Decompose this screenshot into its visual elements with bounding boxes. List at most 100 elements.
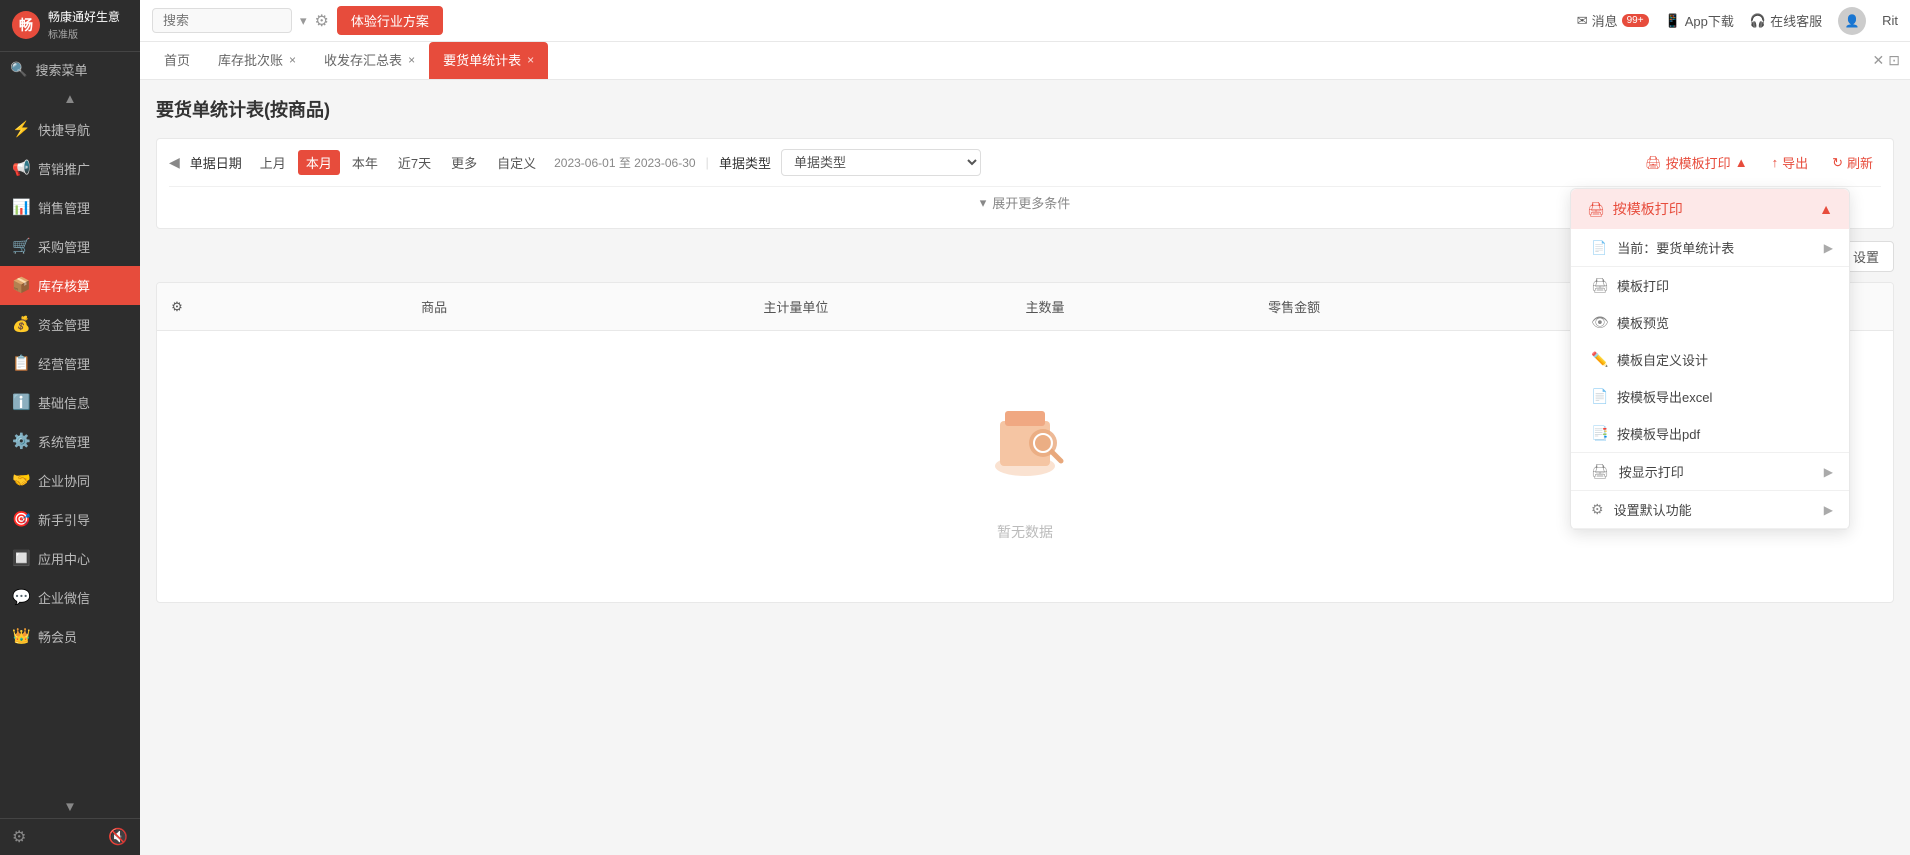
date-btn-custom[interactable]: 自定义 bbox=[489, 150, 544, 175]
expand-more-label: 展开更多条件 bbox=[992, 193, 1070, 212]
avatar[interactable]: 👤 bbox=[1838, 7, 1866, 35]
tab-label: 要货单统计表 bbox=[443, 50, 521, 69]
topbar-gear-icon[interactable]: ⚙ bbox=[315, 11, 329, 31]
scroll-up-button[interactable]: ▲ bbox=[0, 87, 140, 110]
group-arrow-icon: ▶ bbox=[1824, 465, 1833, 479]
tabs-end-controls: ✕ ⊡ bbox=[1873, 52, 1900, 69]
filter-toggle-btn[interactable]: ◀ bbox=[169, 154, 180, 171]
date-btn-prev[interactable]: 上月 bbox=[252, 150, 294, 175]
sidebar-item-finance[interactable]: 💰 资金管理 bbox=[0, 305, 140, 344]
sidebar-item-corpwechat[interactable]: 💬 企业微信 bbox=[0, 578, 140, 617]
pdf-icon: 📑 bbox=[1591, 425, 1607, 442]
sidebar-item-system[interactable]: ⚙️ 系统管理 bbox=[0, 422, 140, 461]
pd-item-template-design[interactable]: ✏️ 模板自定义设计 bbox=[1571, 341, 1849, 378]
pd-group-left: 🖨 按显示打印 bbox=[1591, 462, 1684, 481]
nav-label: 应用中心 bbox=[38, 549, 90, 568]
search-menu-item[interactable]: 🔍 搜索菜单 bbox=[0, 52, 140, 87]
purchase-icon: 🛒 bbox=[12, 237, 30, 255]
date-btn-7days[interactable]: 近7天 bbox=[390, 150, 439, 175]
sound-icon[interactable]: 🔇 bbox=[108, 827, 128, 847]
pd-header-arrow-icon: ▲ bbox=[1819, 201, 1833, 217]
export-btn-label: 导出 bbox=[1782, 153, 1808, 172]
date-btn-more[interactable]: 更多 bbox=[443, 150, 485, 175]
sidebar-item-cooperation[interactable]: 🤝 企业协同 bbox=[0, 461, 140, 500]
refresh-btn[interactable]: ↻ 刷新 bbox=[1824, 149, 1881, 176]
corpwechat-icon: 💬 bbox=[12, 588, 30, 606]
maximize-window-btn[interactable]: ⊡ bbox=[1888, 52, 1900, 69]
export-btn[interactable]: ↑ 导出 bbox=[1764, 149, 1817, 176]
online-service-group[interactable]: 🎧 在线客服 bbox=[1750, 11, 1822, 30]
sidebar-item-inventory[interactable]: 📦 库存核算 bbox=[0, 266, 140, 305]
sidebar-item-marketing[interactable]: 📢 营销推广 bbox=[0, 149, 140, 188]
tab-home-label: 首页 bbox=[164, 50, 190, 69]
nav-label: 营销推广 bbox=[38, 159, 90, 178]
date-btn-current[interactable]: 本月 bbox=[298, 150, 340, 175]
app-download-group[interactable]: 📱 App下载 bbox=[1665, 11, 1734, 30]
pd-group-default-func[interactable]: ⚙ 设置默认功能 ▶ bbox=[1571, 491, 1849, 528]
date-btn-year[interactable]: 本年 bbox=[344, 150, 386, 175]
topbar-search-input[interactable] bbox=[152, 8, 292, 33]
pd-item-template-preview[interactable]: 👁 模板预览 bbox=[1571, 304, 1849, 341]
sidebar-item-sales[interactable]: 📊 销售管理 bbox=[0, 188, 140, 227]
appcenter-icon: 🔲 bbox=[12, 549, 30, 567]
chevron-down-icon: ▾ bbox=[980, 195, 987, 211]
pd-section-default-func: ⚙ 设置默认功能 ▶ bbox=[1571, 491, 1849, 529]
pd-item-export-excel[interactable]: 📄 按模板导出excel bbox=[1571, 378, 1849, 415]
filter-row-main: ◀ 单据日期 上月 本月 本年 近7天 更多 自定义 2023-06-01 至 … bbox=[169, 149, 1881, 176]
messages-group[interactable]: ✉ 消息 99+ bbox=[1577, 11, 1649, 30]
service-icon: 🎧 bbox=[1750, 13, 1766, 29]
sidebar-logo: 畅 畅康通好生意 标准版 bbox=[0, 0, 140, 52]
close-tab-order[interactable]: × bbox=[527, 53, 534, 67]
tab-batch-account[interactable]: 库存批次账 × bbox=[204, 42, 310, 79]
tab-home[interactable]: 首页 bbox=[150, 42, 204, 79]
pd-section-items: 🖨 模板打印 👁 模板预览 ✏️ 模板自定义设计 📄 按模板导出excel 📑 bbox=[1571, 267, 1849, 453]
type-select[interactable]: 单据类型 bbox=[781, 149, 981, 176]
sidebar-item-newguide[interactable]: 🎯 新手引导 bbox=[0, 500, 140, 539]
printer-icon: 🖨 bbox=[1645, 155, 1662, 171]
sidebar-item-appcenter[interactable]: 🔲 应用中心 bbox=[0, 539, 140, 578]
empty-icon bbox=[975, 391, 1075, 510]
design-icon: ✏️ bbox=[1591, 351, 1607, 368]
close-tab-batch[interactable]: × bbox=[289, 53, 296, 67]
sidebar-item-basic[interactable]: ℹ️ 基础信息 bbox=[0, 383, 140, 422]
sidebar-item-member[interactable]: 👑 畅会员 bbox=[0, 617, 140, 656]
preview-icon: 👁 bbox=[1591, 314, 1607, 331]
close-window-btn[interactable]: ✕ bbox=[1873, 52, 1885, 69]
print-btn[interactable]: 🖨 按模板打印 ▲ bbox=[1637, 149, 1755, 176]
pd-item-label: 模板打印 bbox=[1617, 276, 1669, 295]
pd-item-export-pdf[interactable]: 📑 按模板导出pdf bbox=[1571, 415, 1849, 452]
type-filter-label: 单据类型 bbox=[719, 153, 771, 172]
logo-text-block: 畅康通好生意 标准版 bbox=[48, 10, 120, 41]
date-filter-label: 单据日期 bbox=[190, 153, 242, 172]
th-settings[interactable]: ⚙ bbox=[157, 293, 197, 321]
sidebar-nav: ⚡ 快捷导航 📢 营销推广 📊 销售管理 🛒 采购管理 📦 库存核算 💰 资金管… bbox=[0, 110, 140, 795]
search-icon: 🔍 bbox=[10, 61, 27, 78]
username: Rit bbox=[1882, 13, 1898, 28]
sidebar-item-operation[interactable]: 📋 经营管理 bbox=[0, 344, 140, 383]
tab-order-stats[interactable]: 要货单统计表 × bbox=[429, 42, 548, 79]
chevron-down-icon[interactable]: ▾ bbox=[300, 13, 307, 29]
pd-group-display-print[interactable]: 🖨 按显示打印 ▶ bbox=[1571, 453, 1849, 490]
pd-item-template-print[interactable]: 🖨 模板打印 bbox=[1571, 267, 1849, 304]
display-print-icon: 🖨 bbox=[1591, 463, 1609, 480]
pd-item-label: 按模板导出pdf bbox=[1617, 424, 1700, 443]
exp-btn[interactable]: 体验行业方案 bbox=[337, 6, 443, 35]
logo-icon: 畅 bbox=[12, 11, 40, 39]
print-btn-label: 按模板打印 bbox=[1666, 153, 1731, 172]
tab-receipt-summary[interactable]: 收发存汇总表 × bbox=[310, 42, 429, 79]
group-arrow-icon: ▶ bbox=[1824, 503, 1833, 517]
pd-title: 按模板打印 bbox=[1613, 199, 1683, 219]
print-dropdown-header[interactable]: 🖨 按模板打印 ▲ bbox=[1571, 189, 1849, 229]
refresh-icon: ↻ bbox=[1832, 155, 1843, 171]
pd-current-item[interactable]: 📄 当前：要货单统计表 ▶ bbox=[1571, 229, 1849, 266]
empty-text: 暂无数据 bbox=[997, 522, 1053, 542]
sidebar-item-quick-nav[interactable]: ⚡ 快捷导航 bbox=[0, 110, 140, 149]
sidebar-bottom: ⚙ 🔇 bbox=[0, 818, 140, 855]
scroll-down-button[interactable]: ▼ bbox=[0, 795, 140, 818]
divider: | bbox=[706, 155, 709, 170]
settings-icon[interactable]: ⚙ bbox=[12, 827, 26, 847]
topbar-right: ✉ 消息 99+ 📱 App下载 🎧 在线客服 👤 Rit bbox=[1577, 7, 1898, 35]
inventory-icon: 📦 bbox=[12, 276, 30, 294]
sidebar-item-purchase[interactable]: 🛒 采购管理 bbox=[0, 227, 140, 266]
close-tab-receipt[interactable]: × bbox=[408, 53, 415, 67]
